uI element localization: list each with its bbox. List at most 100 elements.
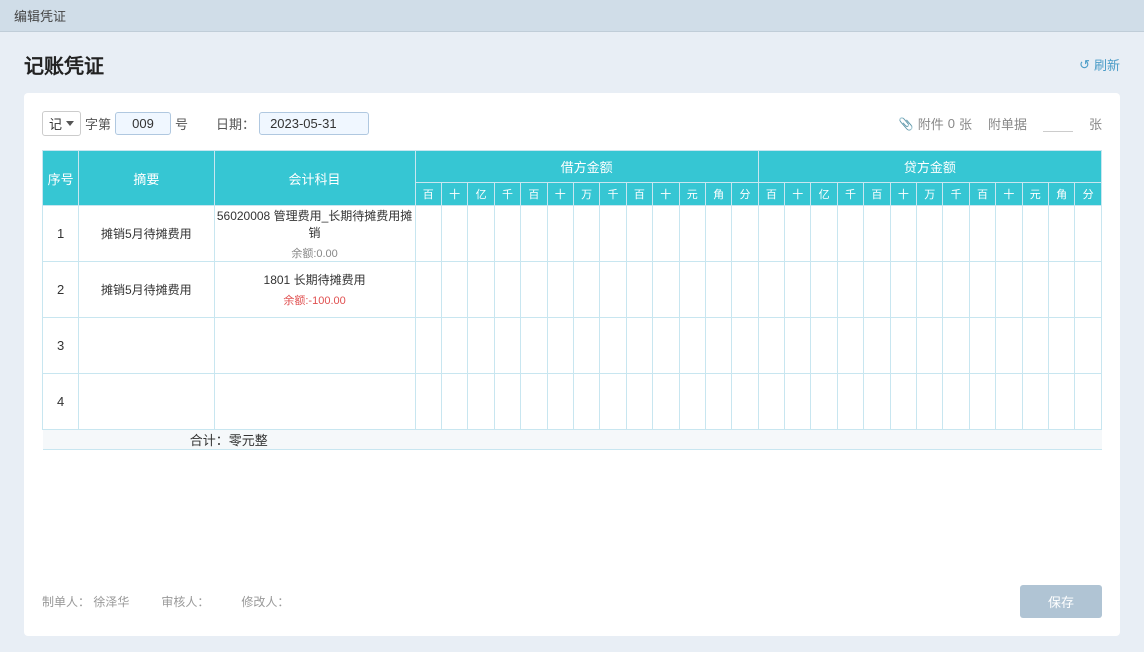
credit-cell-4[interactable]: [864, 318, 890, 374]
debit-cell-9[interactable]: [653, 206, 679, 262]
debit-cell-5[interactable]: [547, 318, 573, 374]
debit-cell-11[interactable]: [705, 374, 731, 430]
credit-cell-6[interactable]: [917, 318, 943, 374]
credit-cell-10[interactable]: [1022, 318, 1048, 374]
debit-cell-10[interactable]: [679, 374, 705, 430]
debit-cell-4[interactable]: [521, 262, 547, 318]
cell-account[interactable]: 56020008 管理费用_长期待摊费用摊销余额:0.00: [214, 206, 415, 262]
credit-cell-1[interactable]: [785, 318, 811, 374]
debit-cell-1[interactable]: [441, 206, 467, 262]
credit-cell-2[interactable]: [811, 374, 837, 430]
credit-cell-11[interactable]: [1048, 318, 1074, 374]
cell-abstract[interactable]: 摊销5月待摊费用: [79, 262, 214, 318]
credit-cell-6[interactable]: [917, 262, 943, 318]
debit-cell-7[interactable]: [600, 374, 626, 430]
credit-cell-5[interactable]: [890, 374, 916, 430]
debit-cell-0[interactable]: [415, 206, 441, 262]
debit-cell-2[interactable]: [468, 206, 494, 262]
debit-cell-3[interactable]: [494, 318, 520, 374]
debit-cell-11[interactable]: [705, 206, 731, 262]
credit-cell-12[interactable]: [1075, 206, 1102, 262]
debit-cell-6[interactable]: [573, 262, 599, 318]
debit-cell-4[interactable]: [521, 206, 547, 262]
credit-cell-12[interactable]: [1075, 262, 1102, 318]
credit-cell-9[interactable]: [996, 374, 1022, 430]
debit-cell-0[interactable]: [415, 318, 441, 374]
cell-abstract[interactable]: [79, 318, 214, 374]
credit-cell-4[interactable]: [864, 262, 890, 318]
table-row[interactable]: 2摊销5月待摊费用1801 长期待摊费用余额:-100.00: [43, 262, 1102, 318]
credit-cell-5[interactable]: [890, 318, 916, 374]
debit-cell-3[interactable]: [494, 262, 520, 318]
debit-cell-8[interactable]: [626, 206, 652, 262]
credit-cell-5[interactable]: [890, 206, 916, 262]
debit-cell-8[interactable]: [626, 318, 652, 374]
debit-cell-12[interactable]: [732, 206, 758, 262]
credit-cell-9[interactable]: [996, 262, 1022, 318]
credit-cell-0[interactable]: [758, 374, 784, 430]
credit-cell-0[interactable]: [758, 206, 784, 262]
debit-cell-7[interactable]: [600, 318, 626, 374]
credit-cell-9[interactable]: [996, 206, 1022, 262]
credit-cell-4[interactable]: [864, 206, 890, 262]
credit-cell-11[interactable]: [1048, 206, 1074, 262]
credit-cell-3[interactable]: [837, 262, 863, 318]
credit-cell-1[interactable]: [785, 206, 811, 262]
cell-abstract[interactable]: [79, 374, 214, 430]
attachment-link[interactable]: 附件 0 张: [899, 114, 972, 133]
credit-cell-1[interactable]: [785, 262, 811, 318]
debit-cell-7[interactable]: [600, 206, 626, 262]
zhang-input[interactable]: [1043, 116, 1073, 132]
credit-cell-8[interactable]: [969, 318, 995, 374]
debit-cell-5[interactable]: [547, 374, 573, 430]
debit-cell-3[interactable]: [494, 206, 520, 262]
table-row[interactable]: 3: [43, 318, 1102, 374]
debit-cell-11[interactable]: [705, 262, 731, 318]
credit-cell-10[interactable]: [1022, 374, 1048, 430]
debit-cell-1[interactable]: [441, 262, 467, 318]
credit-cell-10[interactable]: [1022, 262, 1048, 318]
credit-cell-8[interactable]: [969, 374, 995, 430]
credit-cell-2[interactable]: [811, 262, 837, 318]
debit-cell-0[interactable]: [415, 262, 441, 318]
credit-cell-0[interactable]: [758, 318, 784, 374]
credit-cell-0[interactable]: [758, 262, 784, 318]
debit-cell-5[interactable]: [547, 262, 573, 318]
refresh-button[interactable]: ↺ 刷新: [1079, 55, 1120, 74]
cell-account[interactable]: [214, 318, 415, 374]
debit-cell-7[interactable]: [600, 262, 626, 318]
credit-cell-6[interactable]: [917, 374, 943, 430]
debit-cell-9[interactable]: [653, 374, 679, 430]
cell-account[interactable]: [214, 374, 415, 430]
debit-cell-9[interactable]: [653, 318, 679, 374]
table-row[interactable]: 1摊销5月待摊费用56020008 管理费用_长期待摊费用摊销余额:0.00: [43, 206, 1102, 262]
receipt-label[interactable]: 附单据: [988, 114, 1027, 133]
debit-cell-5[interactable]: [547, 206, 573, 262]
debit-cell-4[interactable]: [521, 318, 547, 374]
debit-cell-1[interactable]: [441, 374, 467, 430]
credit-cell-2[interactable]: [811, 206, 837, 262]
credit-cell-3[interactable]: [837, 374, 863, 430]
voucher-number-input[interactable]: [115, 112, 171, 135]
debit-cell-2[interactable]: [468, 374, 494, 430]
debit-cell-4[interactable]: [521, 374, 547, 430]
credit-cell-12[interactable]: [1075, 318, 1102, 374]
credit-cell-7[interactable]: [943, 262, 969, 318]
debit-cell-12[interactable]: [732, 262, 758, 318]
debit-cell-6[interactable]: [573, 374, 599, 430]
credit-cell-7[interactable]: [943, 318, 969, 374]
debit-cell-0[interactable]: [415, 374, 441, 430]
voucher-date-input[interactable]: [259, 112, 369, 135]
credit-cell-2[interactable]: [811, 318, 837, 374]
debit-cell-3[interactable]: [494, 374, 520, 430]
credit-cell-5[interactable]: [890, 262, 916, 318]
credit-cell-7[interactable]: [943, 374, 969, 430]
voucher-type-button[interactable]: 记: [42, 111, 81, 136]
credit-cell-8[interactable]: [969, 262, 995, 318]
debit-cell-11[interactable]: [705, 318, 731, 374]
debit-cell-12[interactable]: [732, 374, 758, 430]
debit-cell-10[interactable]: [679, 206, 705, 262]
credit-cell-3[interactable]: [837, 318, 863, 374]
credit-cell-8[interactable]: [969, 206, 995, 262]
debit-cell-6[interactable]: [573, 318, 599, 374]
